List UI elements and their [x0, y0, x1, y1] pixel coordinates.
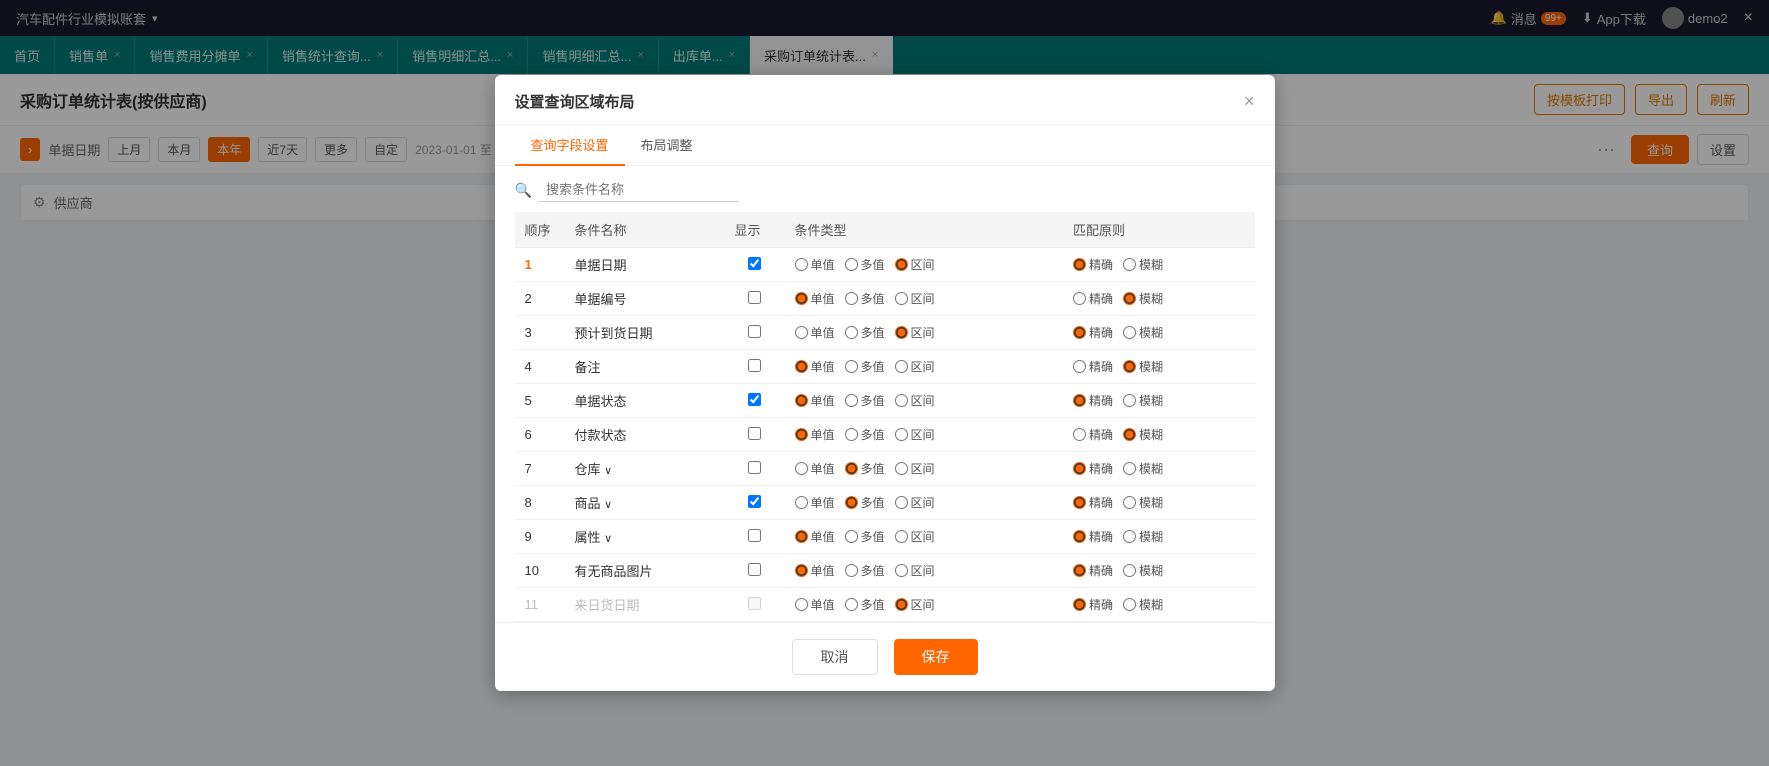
display-checkbox[interactable] [748, 393, 761, 406]
row-order: 8 [515, 486, 565, 520]
row-order: 9 [515, 520, 565, 554]
row-display-checkbox[interactable] [725, 248, 785, 282]
row-condition-name: 单据编号 [565, 282, 725, 316]
modal-title: 设置查询区域布局 [515, 91, 635, 112]
row-order: 7 [515, 452, 565, 486]
row-display-checkbox[interactable] [725, 418, 785, 452]
display-checkbox[interactable] [748, 597, 761, 610]
col-match: 匹配原则 [1063, 212, 1254, 248]
row-display-checkbox[interactable] [725, 316, 785, 350]
row-condition-name: 仓库 ∨ [565, 452, 725, 486]
row-match-radio[interactable]: 精确模糊 [1063, 418, 1254, 452]
row-type-radio[interactable]: 单值多值区间 [785, 418, 1064, 452]
modal-footer: 取消 保存 [495, 622, 1275, 691]
table-row: 10有无商品图片 单值多值区间精确模糊 [515, 554, 1255, 588]
row-match-radio[interactable]: 精确模糊 [1063, 384, 1254, 418]
modal-overlay: 设置查询区域布局 × 查询字段设置 布局调整 🔍 顺序 条件名称 [0, 0, 1769, 766]
search-input[interactable] [538, 178, 738, 202]
row-order: 5 [515, 384, 565, 418]
display-checkbox[interactable] [748, 461, 761, 474]
row-condition-name: 付款状态 [565, 418, 725, 452]
row-condition-name: 备注 [565, 350, 725, 384]
table-row: 7仓库 ∨ 单值多值区间精确模糊 [515, 452, 1255, 486]
row-match-radio[interactable]: 精确模糊 [1063, 316, 1254, 350]
save-button[interactable]: 保存 [894, 639, 978, 675]
row-order: 10 [515, 554, 565, 588]
display-checkbox[interactable] [748, 325, 761, 338]
row-condition-name: 属性 ∨ [565, 520, 725, 554]
row-type-radio[interactable]: 单值多值区间 [785, 384, 1064, 418]
row-order: 6 [515, 418, 565, 452]
row-match-radio[interactable]: 精确模糊 [1063, 520, 1254, 554]
row-condition-name: 预计到货日期 [565, 316, 725, 350]
row-order: 4 [515, 350, 565, 384]
modal-tabs: 查询字段设置 布局调整 [495, 125, 1275, 166]
table-row: 5单据状态 单值多值区间精确模糊 [515, 384, 1255, 418]
row-display-checkbox[interactable] [725, 588, 785, 622]
table-row: 8商品 ∨ 单值多值区间精确模糊 [515, 486, 1255, 520]
table-row: 1单据日期 单值多值区间精确模糊 [515, 248, 1255, 282]
display-checkbox[interactable] [748, 257, 761, 270]
row-match-radio[interactable]: 精确模糊 [1063, 350, 1254, 384]
row-display-checkbox[interactable] [725, 350, 785, 384]
row-order: 3 [515, 316, 565, 350]
row-order: 11 [515, 588, 565, 622]
row-condition-name: 商品 ∨ [565, 486, 725, 520]
col-order: 顺序 [515, 212, 565, 248]
row-type-radio[interactable]: 单值多值区间 [785, 588, 1064, 622]
row-type-radio[interactable]: 单值多值区间 [785, 350, 1064, 384]
row-type-radio[interactable]: 单值多值区间 [785, 554, 1064, 588]
row-type-radio[interactable]: 单值多值区间 [785, 282, 1064, 316]
row-order: 1 [515, 248, 565, 282]
row-display-checkbox[interactable] [725, 282, 785, 316]
row-match-radio[interactable]: 精确模糊 [1063, 452, 1254, 486]
display-checkbox[interactable] [748, 291, 761, 304]
modal-search-area: 🔍 [495, 166, 1275, 202]
row-match-radio[interactable]: 精确模糊 [1063, 282, 1254, 316]
row-match-radio[interactable]: 精确模糊 [1063, 248, 1254, 282]
row-match-radio[interactable]: 精确模糊 [1063, 554, 1254, 588]
display-checkbox[interactable] [748, 563, 761, 576]
tab-layout-adjust[interactable]: 布局调整 [625, 125, 709, 166]
row-condition-name: 有无商品图片 [565, 554, 725, 588]
cancel-button[interactable]: 取消 [792, 639, 878, 675]
table-row: 9属性 ∨ 单值多值区间精确模糊 [515, 520, 1255, 554]
row-match-radio[interactable]: 精确模糊 [1063, 486, 1254, 520]
table-row: 2单据编号 单值多值区间精确模糊 [515, 282, 1255, 316]
modal-header: 设置查询区域布局 × [495, 75, 1275, 125]
row-condition-name: 来日货日期 [565, 588, 725, 622]
table-row: 11来日货日期 单值多值区间精确模糊 [515, 588, 1255, 622]
row-condition-name: 单据日期 [565, 248, 725, 282]
col-display: 显示 [725, 212, 785, 248]
row-display-checkbox[interactable] [725, 554, 785, 588]
row-display-checkbox[interactable] [725, 486, 785, 520]
display-checkbox[interactable] [748, 495, 761, 508]
modal-table: 顺序 条件名称 显示 条件类型 匹配原则 1单据日期单值多值区间精确模糊2单据编… [495, 212, 1275, 622]
col-type: 条件类型 [785, 212, 1064, 248]
row-type-radio[interactable]: 单值多值区间 [785, 486, 1064, 520]
row-type-radio[interactable]: 单值多值区间 [785, 316, 1064, 350]
row-order: 2 [515, 282, 565, 316]
display-checkbox[interactable] [748, 529, 761, 542]
row-display-checkbox[interactable] [725, 520, 785, 554]
modal-close-button[interactable]: × [1244, 91, 1255, 112]
search-icon: 🔍 [515, 182, 532, 199]
row-type-radio[interactable]: 单值多值区间 [785, 452, 1064, 486]
display-checkbox[interactable] [748, 427, 761, 440]
display-checkbox[interactable] [748, 359, 761, 372]
row-display-checkbox[interactable] [725, 384, 785, 418]
row-type-radio[interactable]: 单值多值区间 [785, 248, 1064, 282]
modal-dialog: 设置查询区域布局 × 查询字段设置 布局调整 🔍 顺序 条件名称 [495, 75, 1275, 691]
table-row: 3预计到货日期 单值多值区间精确模糊 [515, 316, 1255, 350]
table-row: 4备注 单值多值区间精确模糊 [515, 350, 1255, 384]
table-row: 6付款状态 单值多值区间精确模糊 [515, 418, 1255, 452]
row-type-radio[interactable]: 单值多值区间 [785, 520, 1064, 554]
row-condition-name: 单据状态 [565, 384, 725, 418]
col-name: 条件名称 [565, 212, 725, 248]
tab-query-fields[interactable]: 查询字段设置 [515, 125, 625, 166]
row-match-radio[interactable]: 精确模糊 [1063, 588, 1254, 622]
row-display-checkbox[interactable] [725, 452, 785, 486]
